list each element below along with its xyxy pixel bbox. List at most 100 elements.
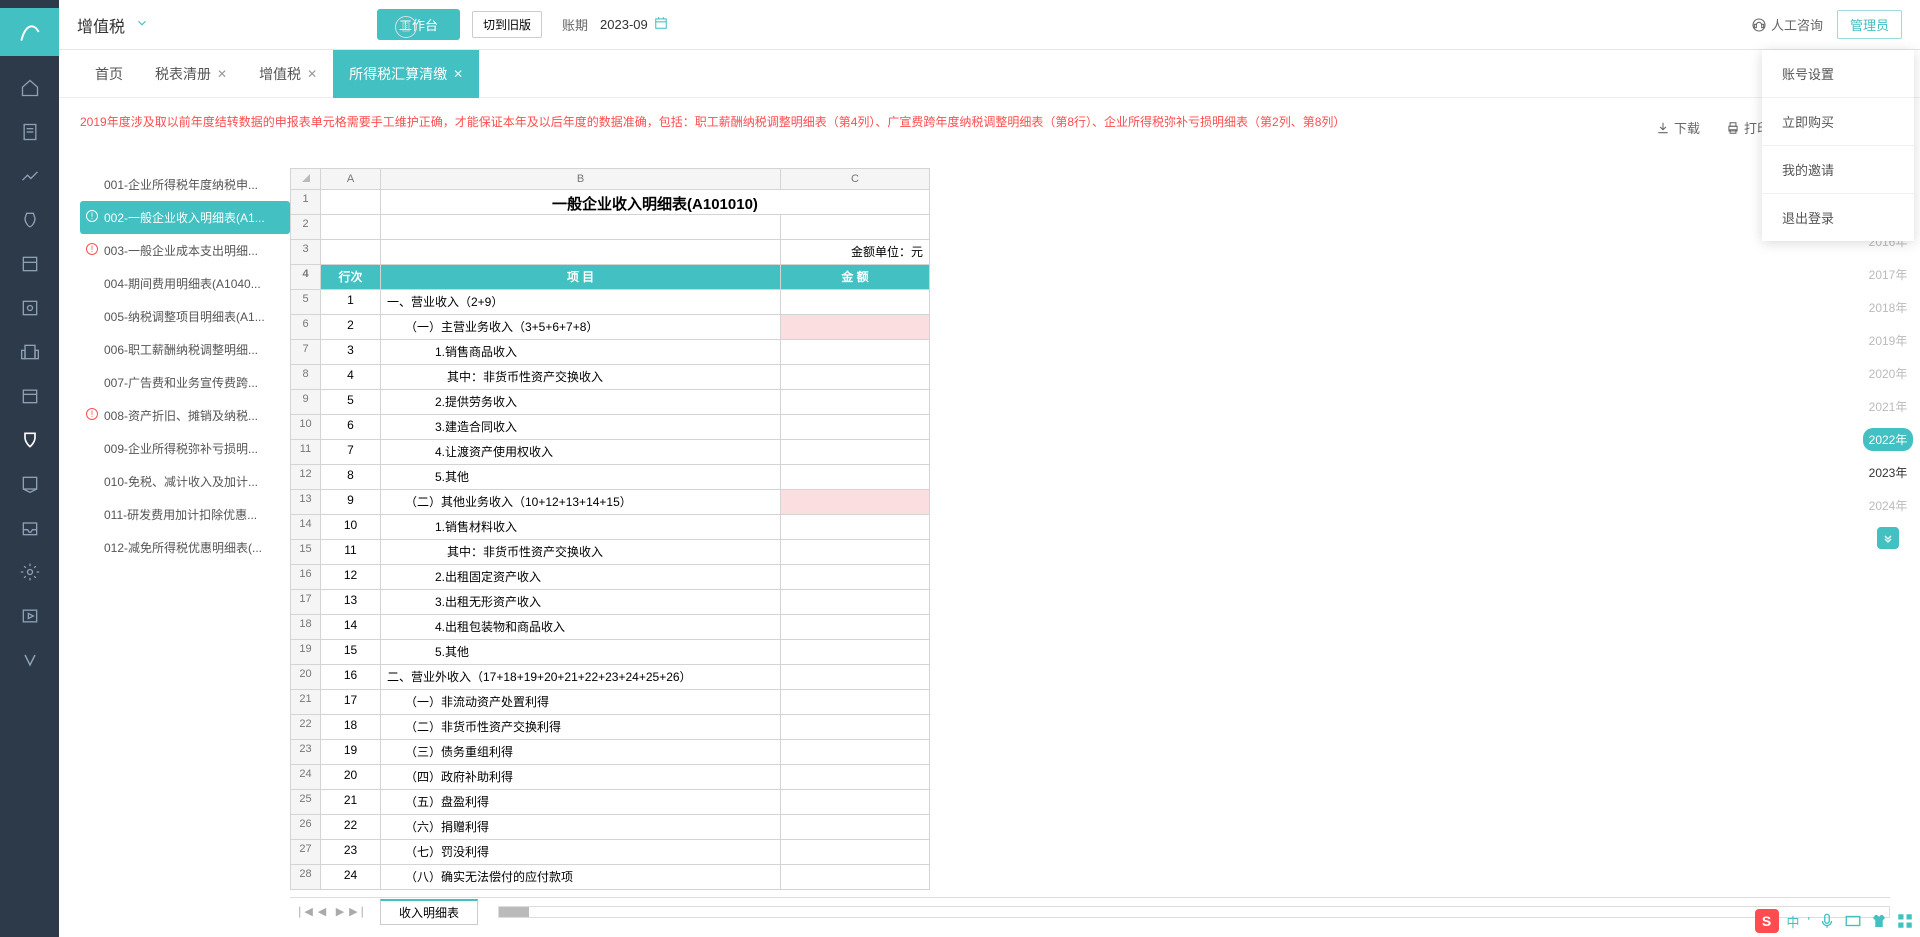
header-title: 增值税 [77,13,125,37]
app-logo[interactable] [0,8,59,56]
list-icon[interactable] [0,242,59,286]
ime-lang[interactable]: 中 [1787,912,1800,931]
ime-punct-icon[interactable]: ' [1808,914,1810,929]
table-row: 2319 （三）债务重组利得 [290,740,930,765]
form-tree: 001-企业所得税年度纳税申...!002-一般企业收入明细表(A1...!00… [80,168,290,564]
year-item[interactable]: 2019年 [1863,329,1914,352]
warning-badge-icon: ! [86,210,98,222]
table-row: 62 （一）主营业务收入（3+5+6+7+8） [290,315,930,340]
tree-item[interactable]: 001-企业所得税年度纳税申... [80,168,290,201]
sheet-nav-last[interactable]: ▶❘ [350,901,366,923]
admin-menu: 账号设置 立即购买 我的邀请 退出登录 [1762,50,1914,241]
report-icon[interactable] [0,286,59,330]
sheet-nav-prev[interactable]: ◀ [314,901,330,923]
switch-old-button[interactable]: 切到旧版 [472,11,542,38]
col-corner[interactable] [291,169,321,189]
sheet-nav-next[interactable]: ▶ [332,901,348,923]
spreadsheet: A B C 1一般企业收入明细表(A101010) 2 3金额单位：元 4 行次… [290,168,930,890]
table-row: 51一、营业收入（2+9） [290,290,930,315]
table-row: 2622 （六）捐赠利得 [290,815,930,840]
building-icon[interactable] [0,330,59,374]
tree-item[interactable]: 012-减免所得税优惠明细表(... [80,531,290,564]
left-sidebar [0,0,59,937]
tree-item[interactable]: 009-企业所得税弥补亏损明... [80,432,290,465]
year-item[interactable]: 2018年 [1863,296,1914,319]
tree-item[interactable]: !003-一般企业成本支出明细... [80,234,290,267]
sheet-title: 一般企业收入明细表(A101010) [381,190,929,214]
tab[interactable]: 税表清册✕ [139,50,243,98]
video-icon[interactable] [0,594,59,638]
table-row: 139 （二）其他业务收入（10+12+13+14+15） [290,490,930,515]
horizontal-scrollbar[interactable] [498,906,1890,918]
workbench-button[interactable]: 工作台 [377,9,460,40]
tree-item[interactable]: 010-免税、减计收入及加计... [80,465,290,498]
col-a[interactable]: A [321,169,381,189]
year-item[interactable]: 2024年 [1863,494,1914,517]
tabs-row: 首页税表清册✕增值税✕所得税汇算清缴✕ [59,50,1920,98]
tab[interactable]: 所得税汇算清缴✕ [333,50,479,98]
table-row: 128 5.其他 [290,465,930,490]
calendar-icon[interactable] [0,374,59,418]
date-picker-icon[interactable] [654,16,668,33]
money-icon[interactable] [0,198,59,242]
admin-item-account[interactable]: 账号设置 [1762,50,1914,98]
year-item[interactable]: 2020年 [1863,362,1914,385]
warning-badge-icon: ! [86,408,98,420]
download-button[interactable]: 下载 [1656,118,1700,137]
doc-icon[interactable] [0,110,59,154]
table-row: 95 2.提供劳务收入 [290,390,930,415]
tree-item[interactable]: 006-职工薪酬纳税调整明细... [80,333,290,366]
table-row: 117 4.让渡资产使用权收入 [290,440,930,465]
table-row: 1410 1.销售材料收入 [290,515,930,540]
gear-icon[interactable] [0,550,59,594]
year-item[interactable]: 2022年 [1863,428,1914,451]
tree-item[interactable]: 005-纳税调整项目明细表(A1... [80,300,290,333]
close-icon[interactable]: ✕ [217,67,227,81]
table-row: 2016二、营业外收入（17+18+19+20+21+22+23+24+25+2… [290,665,930,690]
year-item[interactable]: 2017年 [1863,263,1914,286]
ime-skin-icon[interactable] [1870,912,1888,930]
ime-keyboard-icon[interactable] [1844,912,1862,930]
table-row: 73 1.销售商品收入 [290,340,930,365]
tax-icon[interactable] [0,418,59,462]
table-row: 2723 （七）罚没利得 [290,840,930,865]
tree-item[interactable]: 011-研发费用加计扣除优惠... [80,498,290,531]
tree-item[interactable]: 004-期间费用明细表(A1040... [80,267,290,300]
table-row: 2117 （一）非流动资产处置利得 [290,690,930,715]
year-item[interactable]: 2023年 [1863,461,1914,484]
sheet-tab[interactable]: 收入明细表 [380,899,478,925]
admin-button[interactable]: 管理员 [1837,10,1902,39]
tree-item[interactable]: !008-资产折旧、摊销及纳税... [80,399,290,432]
admin-item-logout[interactable]: 退出登录 [1762,194,1914,241]
table-row: 1915 5.其他 [290,640,930,665]
tab[interactable]: 首页 [79,50,139,98]
period-label: 账期 [562,15,588,34]
consult-link[interactable]: 人工咨询 [1751,15,1823,34]
close-icon[interactable]: ✕ [307,67,317,81]
home-icon[interactable] [0,66,59,110]
admin-item-buy[interactable]: 立即购买 [1762,98,1914,146]
chart-icon[interactable] [0,154,59,198]
title-selector[interactable]: 增值税 [77,13,337,37]
tab[interactable]: 增值税✕ [243,50,333,98]
year-more-icon[interactable] [1877,527,1899,549]
doc-circle-icon[interactable] [395,16,417,38]
admin-item-invite[interactable]: 我的邀请 [1762,146,1914,194]
ime-mic-icon[interactable] [1818,912,1836,930]
year-item[interactable]: 2021年 [1863,395,1914,418]
sheet-nav-first[interactable]: ❘◀ [296,901,312,923]
ime-grid-icon[interactable] [1896,912,1914,930]
archive-icon[interactable] [0,462,59,506]
ime-logo-icon[interactable]: S [1755,909,1779,933]
warning-badge-icon: ! [86,243,98,255]
tree-item[interactable]: 007-广告费和业务宣传费跨... [80,366,290,399]
col-c[interactable]: C [781,169,929,189]
v-icon[interactable] [0,638,59,682]
chevron-down-icon [135,16,149,33]
col-b[interactable]: B [381,169,781,189]
table-row: 2521 （五）盘盈利得 [290,790,930,815]
inbox-icon[interactable] [0,506,59,550]
tree-item[interactable]: !002-一般企业收入明细表(A1... [80,201,290,234]
close-icon[interactable]: ✕ [453,67,463,81]
period-value: 2023-09 [600,17,648,32]
